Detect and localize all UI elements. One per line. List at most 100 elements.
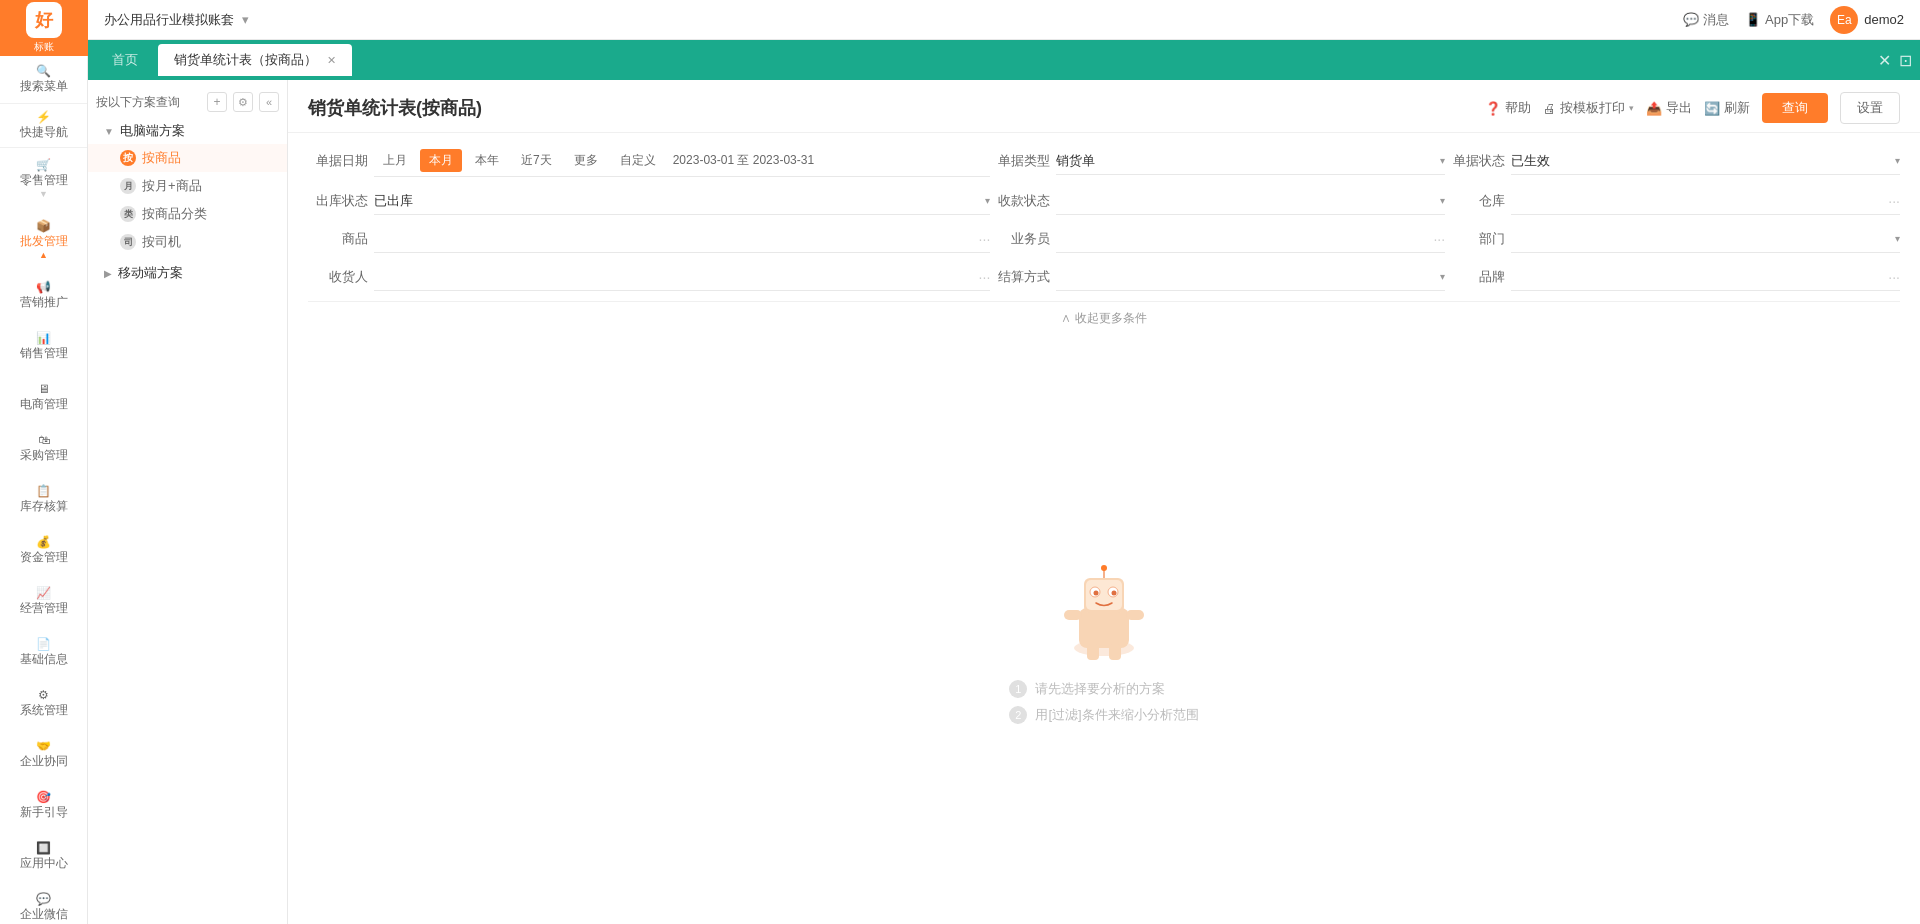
filter-receiver-item: 收货人 ··· — [308, 263, 990, 291]
sidebar-item-guide[interactable]: 🎯 新手引导 — [0, 780, 87, 831]
help-button[interactable]: ❓ 帮助 — [1485, 99, 1531, 117]
scheme-item-by-category[interactable]: 类 按商品分类 — [88, 200, 287, 228]
scheme-item-by-driver[interactable]: 司 按司机 — [88, 228, 287, 256]
collapse-panel-button[interactable]: « — [259, 92, 279, 112]
scheme-icon-month: 月 — [120, 178, 136, 194]
sidebar-item-enterprise[interactable]: 🤝 企业协同 — [0, 729, 87, 780]
warehouse-control[interactable]: ··· — [1511, 187, 1900, 215]
sidebar-item-system[interactable]: ⚙ 系统管理 — [0, 678, 87, 729]
sidebar-item-ecommerce[interactable]: 🖥 电商管理 — [0, 372, 87, 423]
tab-home[interactable]: 首页 — [96, 44, 154, 76]
sidebar-quicknav-label: 快捷导航 — [20, 124, 68, 141]
app-download-button[interactable]: 📱 App下载 — [1745, 11, 1814, 29]
filter-row-3: 商品 ··· 业务员 ··· 部门 — [308, 225, 1900, 253]
page-header-actions: ❓ 帮助 🖨 按模板打印 ▾ 📤 导出 🔄 刷新 — [1485, 92, 1900, 124]
enterprise-label: 企业协同 — [20, 753, 68, 770]
page-title: 销货单统计表(按商品) — [308, 96, 1485, 120]
scheme-item-by-month-goods[interactable]: 月 按月+商品 — [88, 172, 287, 200]
salesperson-control[interactable]: ··· — [1056, 225, 1445, 253]
topbar-title-text: 办公用品行业模拟账套 — [104, 12, 234, 27]
sidebar-item-appcenter[interactable]: 🔲 应用中心 — [0, 831, 87, 882]
goods-control[interactable]: ··· — [374, 225, 990, 253]
payment-status-control[interactable]: ▾ — [1056, 187, 1445, 215]
enterprise-icon: 🤝 — [36, 739, 51, 753]
sales-icon: 📊 — [36, 331, 51, 345]
search-icon: 🔍 — [36, 64, 51, 78]
page-header: 销货单统计表(按商品) ❓ 帮助 🖨 按模板打印 ▾ 📤 导出 — [288, 80, 1920, 133]
collapse-filter-button[interactable]: ∧ 收起更多条件 — [308, 302, 1900, 335]
type-filter-control[interactable]: 销货单 ▾ — [1056, 147, 1445, 175]
sidebar-logo[interactable]: 好 标账 — [0, 0, 88, 56]
wh-status-control[interactable]: 已出库 ▾ — [374, 187, 990, 215]
filter-row-2: 出库状态 已出库 ▾ 收款状态 ▾ 仓库 — [308, 187, 1900, 215]
sidebar-item-inventory[interactable]: 📋 库存核算 — [0, 474, 87, 525]
type-label: 单据类型 — [990, 152, 1050, 170]
status-filter-control[interactable]: 已生效 ▾ — [1511, 147, 1900, 175]
right-content: 销货单统计表(按商品) ❓ 帮助 🖨 按模板打印 ▾ 📤 导出 — [288, 80, 1920, 924]
left-panel-title: 按以下方案查询 — [96, 94, 201, 111]
marketing-label: 营销推广 — [20, 294, 68, 311]
guide-label: 新手引导 — [20, 804, 68, 821]
sidebar-item-wholesale[interactable]: 📦 批发管理 ▲ — [0, 209, 87, 270]
query-button[interactable]: 查询 — [1762, 93, 1828, 123]
user-profile[interactable]: Ea demo2 — [1830, 6, 1904, 34]
sidebar-item-corpwechat[interactable]: 💬 企业微信 — [0, 882, 87, 924]
date-btn-thisyear[interactable]: 本年 — [466, 149, 508, 172]
topbar-dropdown-icon[interactable]: ▾ — [242, 12, 249, 27]
sidebar-item-search[interactable]: 🔍 搜索菜单 — [0, 56, 87, 104]
page-content: 按以下方案查询 + ⚙ « ▼ 电脑端方案 按 按商品 月 按月+商品 — [88, 80, 1920, 924]
export-button[interactable]: 📤 导出 — [1646, 99, 1692, 117]
brand-control[interactable]: ··· — [1511, 263, 1900, 291]
scheme-group-mobile-header[interactable]: ▶ 移动端方案 — [88, 260, 287, 286]
date-btn-lastmonth[interactable]: 上月 — [374, 149, 416, 172]
group-pc-label: 电脑端方案 — [120, 122, 185, 140]
appcenter-icon: 🔲 — [36, 841, 51, 855]
receiver-dots[interactable]: ··· — [979, 269, 991, 285]
filter-area: 单据日期 上月 本月 本年 近7天 更多 自定义 2023-03-01 至 20… — [288, 133, 1920, 347]
warehouse-dots[interactable]: ··· — [1888, 193, 1900, 209]
salesperson-dots[interactable]: ··· — [1433, 231, 1445, 247]
date-btn-thismonth[interactable]: 本月 — [420, 149, 462, 172]
brand-dots[interactable]: ··· — [1888, 269, 1900, 285]
sidebar-item-basic[interactable]: 📄 基础信息 — [0, 627, 87, 678]
tab-close-button[interactable]: ✕ — [327, 54, 336, 67]
wholesale-arrow: ▲ — [39, 250, 48, 260]
receiver-control[interactable]: ··· — [374, 263, 990, 291]
payment-method-control[interactable]: ▾ — [1056, 263, 1445, 291]
dept-label: 部门 — [1445, 230, 1505, 248]
retail-icon: 🛒 — [36, 158, 51, 172]
date-btn-more[interactable]: 更多 — [565, 149, 607, 172]
tab-sales-stats[interactable]: 销货单统计表（按商品） ✕ — [158, 44, 352, 76]
refresh-button[interactable]: 🔄 刷新 — [1704, 99, 1750, 117]
purchase-icon: 🛍 — [38, 433, 50, 447]
goods-dots[interactable]: ··· — [979, 231, 991, 247]
message-button[interactable]: 💬 消息 — [1683, 11, 1729, 29]
scheme-item-by-goods[interactable]: 按 按商品 — [88, 144, 287, 172]
sidebar-item-management[interactable]: 📈 经营管理 — [0, 576, 87, 627]
add-scheme-button[interactable]: + — [207, 92, 227, 112]
print-button[interactable]: 🖨 按模板打印 ▾ — [1543, 99, 1634, 117]
inventory-icon: 📋 — [36, 484, 51, 498]
dept-control[interactable]: ▾ — [1511, 225, 1900, 253]
date-btn-custom[interactable]: 自定义 — [611, 149, 665, 172]
sidebar-item-quicknav[interactable]: ⚡ 快捷导航 — [0, 104, 87, 148]
export-icon: 📤 — [1646, 101, 1662, 116]
filter-row-4: 收货人 ··· 结算方式 ▾ 品牌 — [308, 263, 1900, 291]
sidebar-item-finance[interactable]: 💰 资金管理 — [0, 525, 87, 576]
date-btn-7days[interactable]: 近7天 — [512, 149, 561, 172]
sidebar-item-purchase[interactable]: 🛍 采购管理 — [0, 423, 87, 474]
scheme-group-pc-header[interactable]: ▼ 电脑端方案 — [88, 118, 287, 144]
sidebar-item-retail[interactable]: 🛒 零售管理 ▼ — [0, 148, 87, 209]
date-label: 单据日期 — [308, 152, 368, 170]
sidebar-item-marketing[interactable]: 📢 营销推广 — [0, 270, 87, 321]
ecommerce-icon: 🖥 — [38, 382, 50, 396]
tab-close-all-icon[interactable]: ✕ — [1878, 51, 1891, 70]
hint-num-1: 1 — [1009, 680, 1027, 698]
date-filter-control: 上月 本月 本年 近7天 更多 自定义 2023-03-01 至 2023-03… — [374, 145, 990, 177]
settings-scheme-button[interactable]: ⚙ — [233, 92, 253, 112]
appcenter-label: 应用中心 — [20, 855, 68, 872]
tab-sales-stats-label: 销货单统计表（按商品） — [174, 51, 317, 69]
tab-fullscreen-icon[interactable]: ⊡ — [1899, 51, 1912, 70]
settings-button[interactable]: 设置 — [1840, 92, 1900, 124]
sidebar-item-sales[interactable]: 📊 销售管理 — [0, 321, 87, 372]
